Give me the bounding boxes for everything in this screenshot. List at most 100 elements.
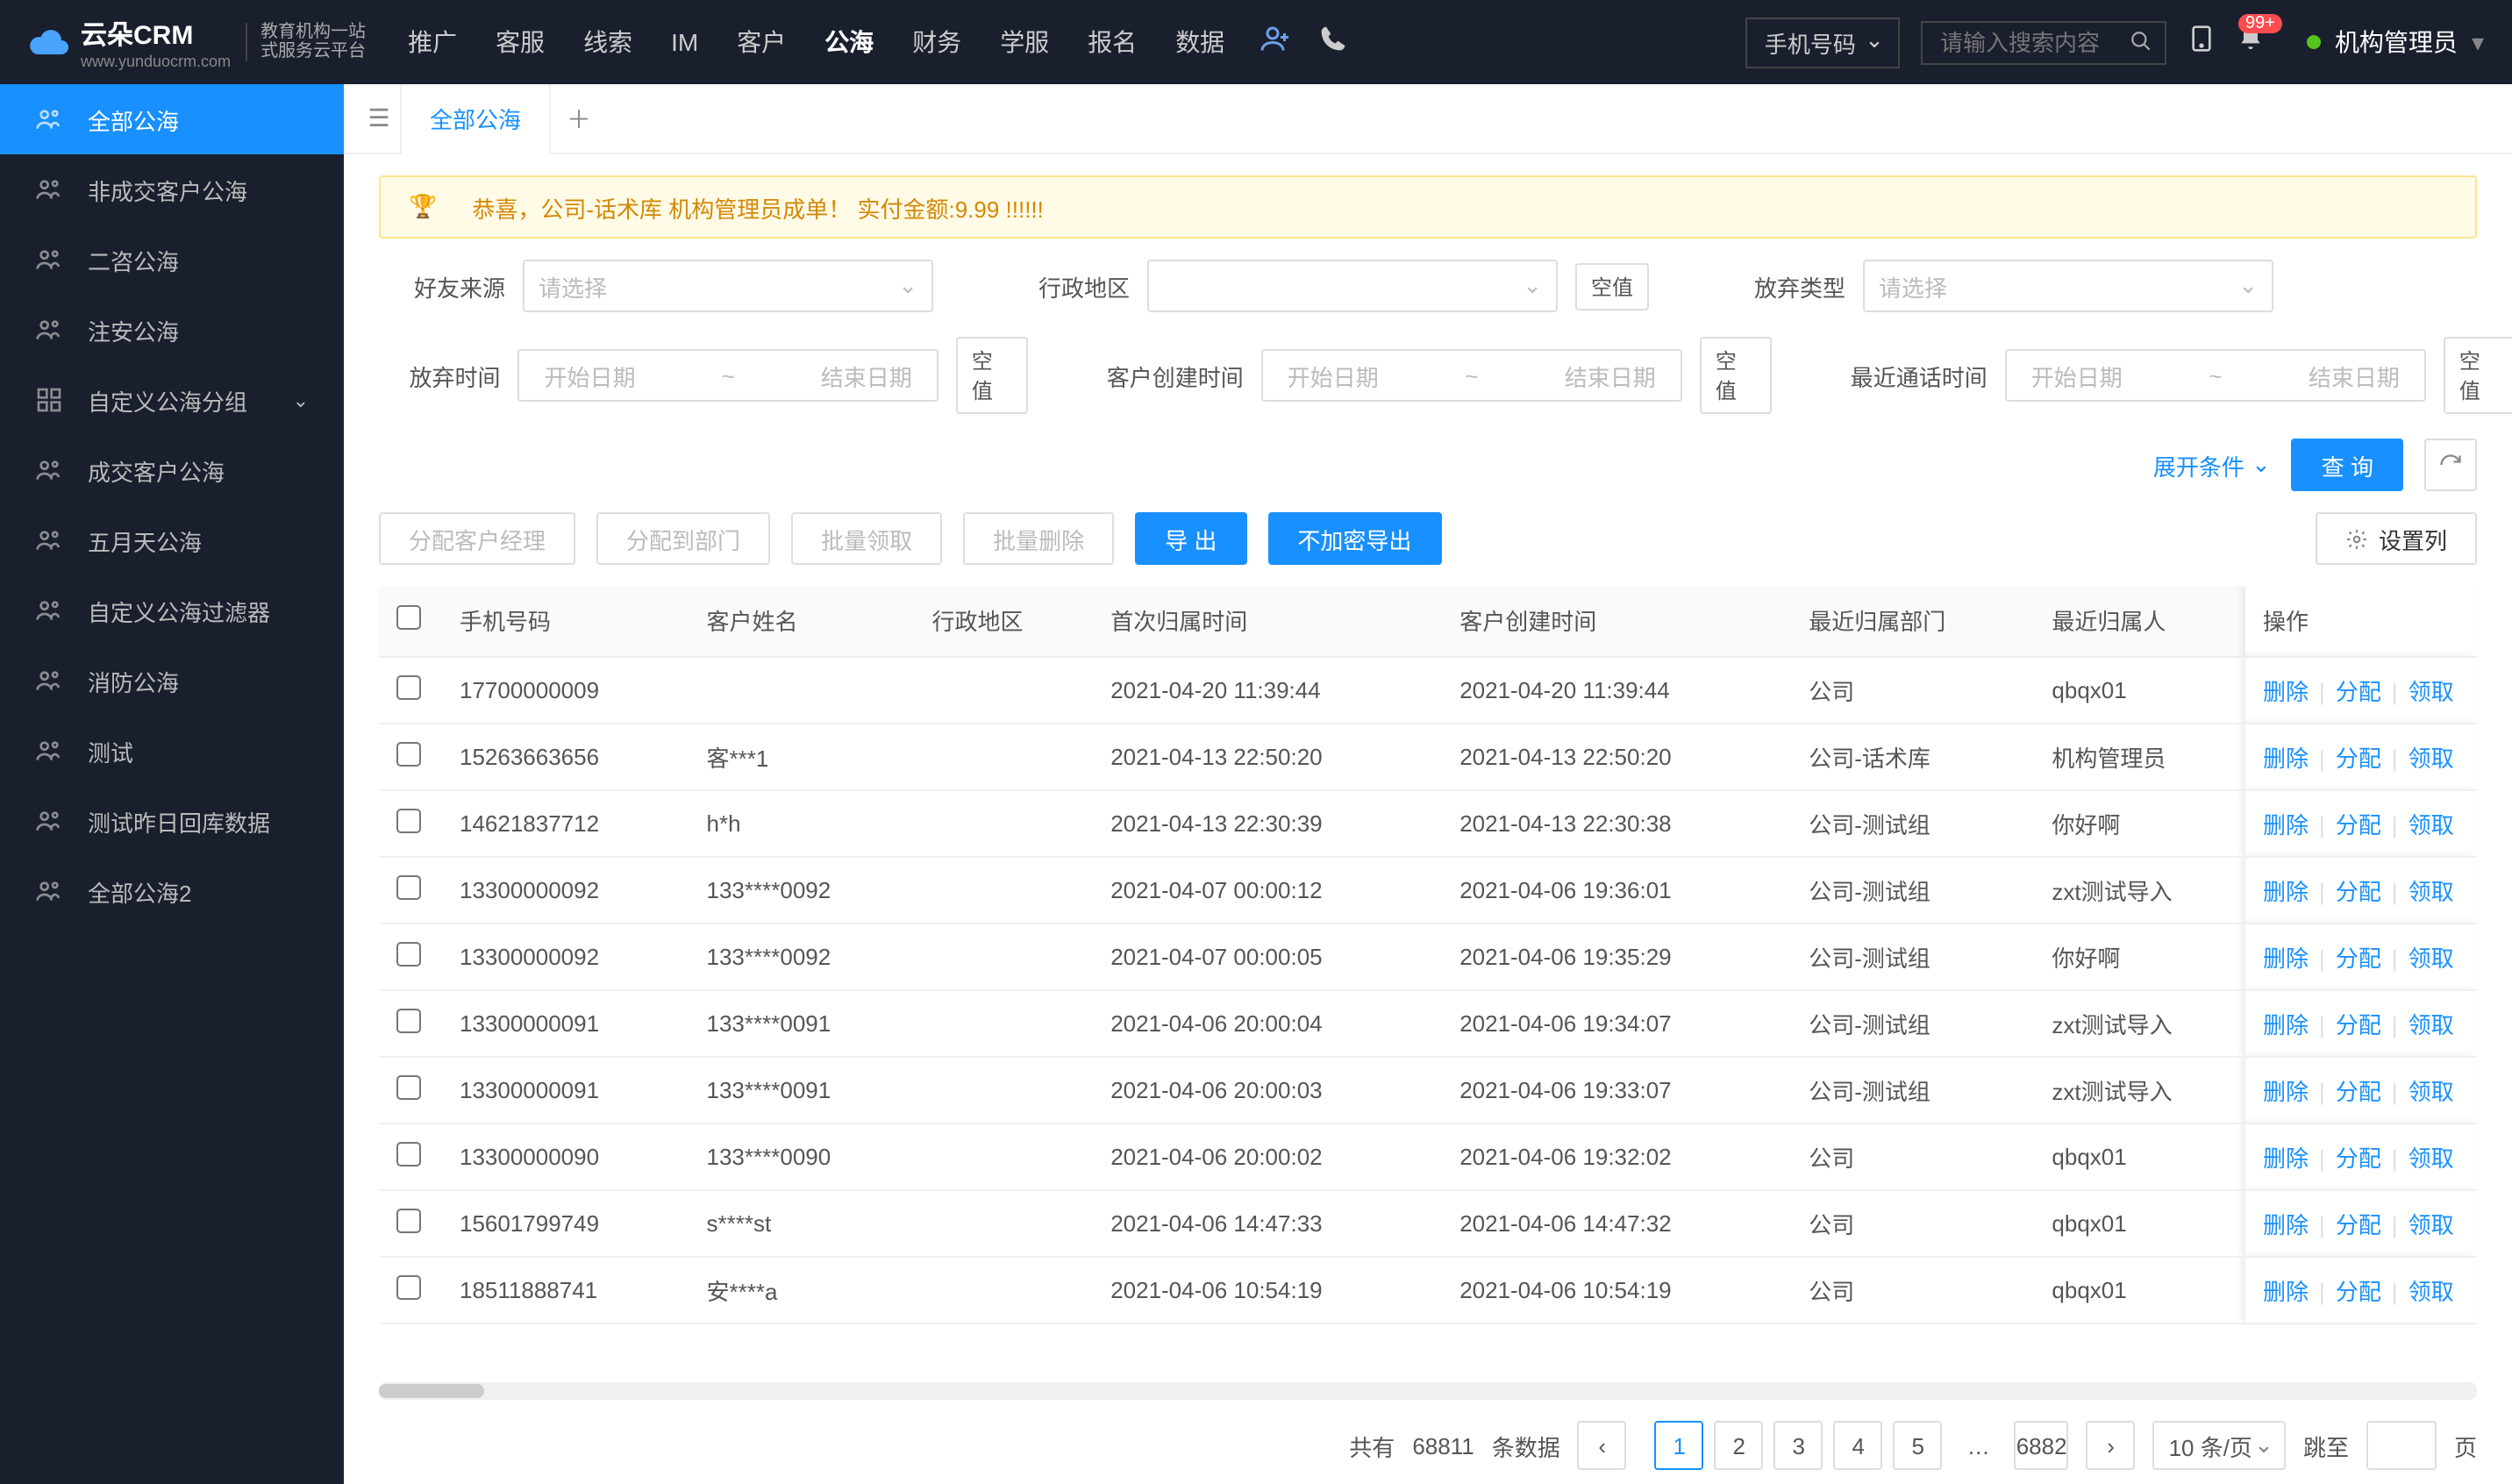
row-checkbox[interactable] — [396, 1008, 421, 1032]
row-claim-link[interactable]: 领取 — [2409, 1211, 2454, 1238]
filter-region-select[interactable] — [1147, 260, 1558, 312]
filter-call-time-range[interactable]: 开始日期~结束日期 — [2005, 349, 2426, 402]
sidebar-item-4[interactable]: 自定义公海分组⌄ — [0, 365, 344, 435]
filter-create-time-range[interactable]: 开始日期~结束日期 — [1261, 349, 1682, 402]
filter-create-time-empty-chip[interactable]: 空值 — [1700, 337, 1772, 414]
sidebar-item-10[interactable]: 测试昨日回库数据 — [0, 786, 344, 856]
sidebar-item-5[interactable]: 成交客户公海 — [0, 435, 344, 505]
bell-icon[interactable]: 99+ — [2237, 24, 2265, 61]
sidebar-item-6[interactable]: 五月天公海 — [0, 505, 344, 575]
table-row[interactable]: 13300000092133****00922021-04-07 00:00:0… — [379, 923, 2477, 989]
filter-abandon-time-range[interactable]: 开始日期~结束日期 — [518, 349, 938, 402]
assign-manager-button[interactable]: 分配客户经理 — [379, 512, 575, 565]
export-plain-button[interactable]: 不加密导出 — [1267, 512, 1441, 565]
table-row[interactable]: 18511888741安****a2021-04-06 10:54:192021… — [379, 1256, 2477, 1323]
row-checkbox[interactable] — [396, 808, 421, 832]
table-row[interactable]: 13300000091133****00912021-04-06 20:00:0… — [379, 989, 2477, 1056]
nav-item-5[interactable]: 公海 — [824, 0, 874, 84]
row-assign-link[interactable]: 分配 — [2336, 1278, 2381, 1304]
table-row[interactable]: 13300000091133****00912021-04-06 20:00:0… — [379, 1056, 2477, 1123]
row-claim-link[interactable]: 领取 — [2409, 878, 2454, 904]
page-button-2[interactable]: 2 — [1715, 1421, 1764, 1470]
nav-item-8[interactable]: 报名 — [1088, 0, 1137, 84]
row-delete-link[interactable]: 删除 — [2263, 878, 2309, 904]
row-claim-link[interactable]: 领取 — [2409, 678, 2454, 704]
row-checkbox[interactable] — [396, 941, 421, 966]
row-claim-link[interactable]: 领取 — [2409, 811, 2454, 838]
row-delete-link[interactable]: 删除 — [2263, 1011, 2309, 1038]
tab-all-sea[interactable]: 全部公海 — [400, 84, 551, 153]
row-delete-link[interactable]: 删除 — [2263, 1278, 2309, 1304]
expand-filters-link[interactable]: 展开条件 ⌄ — [2153, 448, 2271, 482]
row-delete-link[interactable]: 删除 — [2263, 811, 2309, 838]
query-button[interactable]: 查 询 — [2292, 439, 2403, 491]
nav-item-1[interactable]: 客服 — [496, 0, 545, 84]
batch-delete-button[interactable]: 批量删除 — [963, 512, 1114, 565]
nav-item-7[interactable]: 学服 — [1000, 0, 1049, 84]
table-row[interactable]: 13300000090133****00902021-04-06 20:00:0… — [379, 1123, 2477, 1189]
row-delete-link[interactable]: 删除 — [2263, 1078, 2309, 1104]
row-assign-link[interactable]: 分配 — [2336, 678, 2381, 704]
page-button-5[interactable]: 5 — [1894, 1421, 1943, 1470]
table-row[interactable]: 15263663656客***12021-04-13 22:50:202021-… — [379, 723, 2477, 789]
row-checkbox[interactable] — [396, 874, 421, 899]
horizontal-scrollbar[interactable] — [379, 1382, 2477, 1400]
table-row[interactable]: 15601799749s****st2021-04-06 14:47:33202… — [379, 1189, 2477, 1256]
scrollbar-thumb[interactable] — [379, 1384, 484, 1398]
user-menu[interactable]: 机构管理员 ▾ — [2307, 25, 2484, 60]
set-columns-button[interactable]: 设置列 — [2316, 512, 2477, 565]
row-checkbox[interactable] — [396, 1208, 421, 1232]
row-delete-link[interactable]: 删除 — [2263, 678, 2309, 704]
nav-item-9[interactable]: 数据 — [1175, 0, 1224, 84]
row-claim-link[interactable]: 领取 — [2409, 945, 2454, 971]
search-icon[interactable] — [2130, 29, 2152, 57]
add-user-icon[interactable] — [1260, 22, 1291, 62]
filter-abandon-time-empty-chip[interactable]: 空值 — [956, 337, 1028, 414]
select-all-checkbox[interactable] — [396, 606, 421, 631]
row-claim-link[interactable]: 领取 — [2409, 1011, 2454, 1038]
row-assign-link[interactable]: 分配 — [2336, 1145, 2381, 1171]
row-delete-link[interactable]: 删除 — [2263, 1145, 2309, 1171]
batch-claim-button[interactable]: 批量领取 — [791, 512, 942, 565]
row-assign-link[interactable]: 分配 — [2336, 945, 2381, 971]
sidebar-item-7[interactable]: 自定义公海过滤器 — [0, 575, 344, 646]
page-button-3[interactable]: 3 — [1774, 1421, 1823, 1470]
tablet-icon[interactable] — [2187, 24, 2216, 61]
filter-source-select[interactable]: 请选择 — [523, 260, 933, 312]
search-type-select[interactable]: 手机号码 — [1745, 17, 1900, 68]
nav-item-6[interactable]: 财务 — [912, 0, 961, 84]
row-checkbox[interactable] — [396, 741, 421, 766]
export-button[interactable]: 导 出 — [1135, 512, 1246, 565]
row-claim-link[interactable]: 领取 — [2409, 1278, 2454, 1304]
table-row[interactable]: 14621837712h*h2021-04-13 22:30:392021-04… — [379, 789, 2477, 856]
page-next-button[interactable]: › — [2087, 1421, 2136, 1470]
row-claim-link[interactable]: 领取 — [2409, 745, 2454, 771]
table-row[interactable]: 177000000092021-04-20 11:39:442021-04-20… — [379, 656, 2477, 723]
row-delete-link[interactable]: 删除 — [2263, 1211, 2309, 1238]
row-checkbox[interactable] — [396, 1274, 421, 1299]
row-claim-link[interactable]: 领取 — [2409, 1145, 2454, 1171]
tab-add-button[interactable]: ＋ — [551, 101, 607, 136]
page-prev-button[interactable]: ‹ — [1578, 1421, 1627, 1470]
sidebar-item-0[interactable]: 全部公海 — [0, 84, 344, 154]
filter-region-empty-chip[interactable]: 空值 — [1575, 262, 1649, 310]
tab-collapse-icon[interactable]: ☰ — [358, 103, 400, 133]
sidebar-item-8[interactable]: 消防公海 — [0, 646, 344, 716]
filter-call-time-empty-chip[interactable]: 空值 — [2444, 337, 2512, 414]
row-assign-link[interactable]: 分配 — [2336, 745, 2381, 771]
phone-icon[interactable] — [1319, 24, 1347, 61]
assign-dept-button[interactable]: 分配到部门 — [596, 512, 770, 565]
page-size-select[interactable]: 10 条/页 — [2153, 1421, 2286, 1470]
nav-item-2[interactable]: 线索 — [583, 0, 632, 84]
row-delete-link[interactable]: 删除 — [2263, 745, 2309, 771]
row-assign-link[interactable]: 分配 — [2336, 878, 2381, 904]
row-assign-link[interactable]: 分配 — [2336, 1011, 2381, 1038]
table-row[interactable]: 13300000092133****00922021-04-07 00:00:1… — [379, 856, 2477, 923]
row-assign-link[interactable]: 分配 — [2336, 1211, 2381, 1238]
row-assign-link[interactable]: 分配 — [2336, 1078, 2381, 1104]
filter-abandon-type-select[interactable]: 请选择 — [1863, 260, 2273, 312]
nav-item-3[interactable]: IM — [671, 4, 698, 81]
sidebar-item-3[interactable]: 注安公海 — [0, 295, 344, 365]
row-checkbox[interactable] — [396, 1074, 421, 1099]
nav-item-4[interactable]: 客户 — [737, 0, 786, 84]
